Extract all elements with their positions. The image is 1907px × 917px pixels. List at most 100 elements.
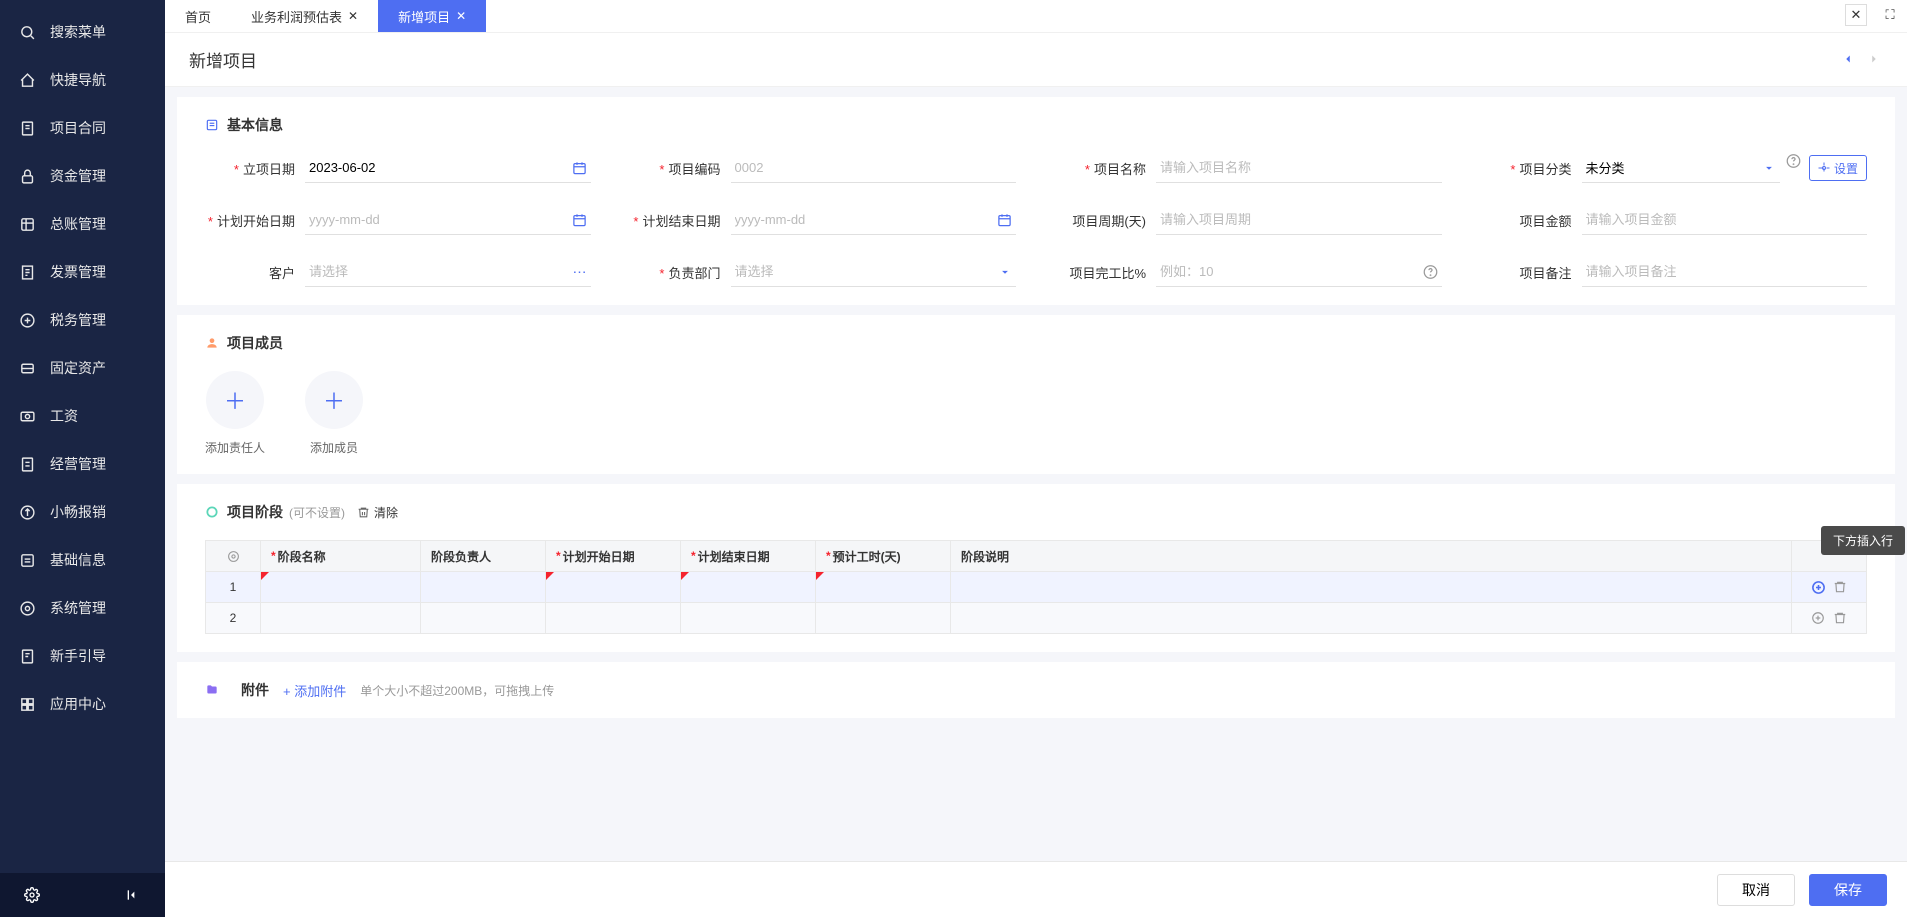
input-complete[interactable] <box>1156 257 1442 287</box>
calendar-icon[interactable] <box>997 213 1012 228</box>
add-owner-button[interactable]: ＋ <box>206 371 264 429</box>
cell-phase-owner[interactable] <box>421 603 546 633</box>
save-button[interactable]: 保存 <box>1809 874 1887 906</box>
label-plan-start: 计划开始日期 <box>205 211 295 230</box>
label-amount: 项目金额 <box>1482 211 1572 230</box>
help-icon[interactable] <box>1423 265 1438 280</box>
col-phase-name: 阶段名称 <box>261 541 421 571</box>
sidebar-item-2[interactable]: 项目合同 <box>0 104 165 152</box>
delete-row-icon[interactable] <box>1833 580 1847 594</box>
sidebar-item-label: 基础信息 <box>50 550 106 570</box>
label-dept: 负责部门 <box>631 263 721 282</box>
input-proj-name[interactable] <box>1156 153 1442 183</box>
sidebar-item-label: 总账管理 <box>50 214 106 234</box>
cancel-button[interactable]: 取消 <box>1717 874 1795 906</box>
tabs: 首页业务利润预估表✕ 新增项目 ✕ <box>165 0 1907 33</box>
add-attachment-button[interactable]: + 添加附件 <box>283 681 346 700</box>
tab-1[interactable]: 业务利润预估表✕ <box>231 0 378 32</box>
sidebar-item-label: 发票管理 <box>50 262 106 282</box>
sidebar-item-9[interactable]: 经营管理 <box>0 440 165 488</box>
cell-phase-end[interactable] <box>681 603 816 633</box>
close-window-icon[interactable]: ✕ <box>1845 4 1867 26</box>
calendar-icon[interactable] <box>572 213 587 228</box>
insert-row-icon[interactable] <box>1811 611 1825 625</box>
apps-icon <box>18 695 36 713</box>
cell-phase-start[interactable] <box>546 572 681 602</box>
salary-icon <box>18 407 36 425</box>
sidebar-item-14[interactable]: 应用中心 <box>0 680 165 728</box>
select-customer[interactable] <box>305 257 591 287</box>
chevron-down-icon[interactable] <box>1762 161 1776 175</box>
cell-phase-name[interactable] <box>261 572 421 602</box>
col-config[interactable] <box>206 541 261 571</box>
sidebar-item-8[interactable]: 工资 <box>0 392 165 440</box>
sidebar-item-label: 应用中心 <box>50 694 106 714</box>
input-amount[interactable] <box>1582 205 1868 235</box>
input-proj-code[interactable] <box>731 153 1017 183</box>
delete-row-icon[interactable] <box>1833 611 1847 625</box>
cell-phase-desc[interactable] <box>951 572 1792 602</box>
insert-row-icon[interactable] <box>1811 580 1825 594</box>
cell-phase-name[interactable] <box>261 603 421 633</box>
more-icon[interactable]: ⋯ <box>573 264 587 281</box>
sidebar-item-3[interactable]: 资金管理 <box>0 152 165 200</box>
add-member-label: 添加成员 <box>310 439 358 456</box>
prev-record-icon[interactable] <box>1841 52 1857 68</box>
cell-phase-hours[interactable] <box>816 603 951 633</box>
collapse-icon[interactable] <box>125 887 141 903</box>
label-complete: 项目完工比% <box>1056 263 1146 282</box>
help-icon[interactable] <box>1786 153 1801 168</box>
select-dept[interactable] <box>731 257 1017 287</box>
table-row[interactable]: 2 <box>206 603 1866 633</box>
sidebar-item-13[interactable]: 新手引导 <box>0 632 165 680</box>
cell-phase-end[interactable] <box>681 572 816 602</box>
close-icon[interactable]: ✕ <box>456 9 466 23</box>
panel-attachments: 附件 + 添加附件 单个大小不超过200MB，可拖拽上传 <box>177 662 1895 718</box>
row-index: 1 <box>206 572 261 602</box>
tab-label: 新增项目 <box>398 7 450 26</box>
members-section-icon <box>205 336 219 350</box>
input-plan-end[interactable] <box>731 205 1017 235</box>
select-proj-class[interactable] <box>1582 153 1780 183</box>
input-plan-start[interactable] <box>305 205 591 235</box>
col-phase-hours: 预计工时(天) <box>816 541 951 571</box>
sidebar-item-5[interactable]: 发票管理 <box>0 248 165 296</box>
cell-phase-hours[interactable] <box>816 572 951 602</box>
sidebar-item-4[interactable]: 总账管理 <box>0 200 165 248</box>
input-remark[interactable] <box>1582 257 1868 287</box>
sidebar-item-0[interactable]: 搜索菜单 <box>0 8 165 56</box>
tab-0[interactable]: 首页 <box>165 0 231 32</box>
sidebar-item-12[interactable]: 系统管理 <box>0 584 165 632</box>
label-plan-end: 计划结束日期 <box>631 211 721 230</box>
sidebar-item-1[interactable]: 快捷导航 <box>0 56 165 104</box>
label-proj-code: 项目编码 <box>631 159 721 178</box>
calendar-icon[interactable] <box>572 161 587 176</box>
add-member-button[interactable]: ＋ <box>305 371 363 429</box>
tab-2[interactable]: 新增项目 ✕ <box>378 0 486 32</box>
input-init-date[interactable] <box>305 153 591 183</box>
sidebar-item-11[interactable]: 基础信息 <box>0 536 165 584</box>
section-subtitle: (可不设置) <box>289 504 345 521</box>
gear-icon[interactable] <box>24 887 40 903</box>
chevron-down-icon[interactable] <box>998 265 1012 279</box>
expense-icon <box>18 503 36 521</box>
cell-phase-owner[interactable] <box>421 572 546 602</box>
table-row[interactable]: 1 <box>206 572 1866 603</box>
cell-phase-start[interactable] <box>546 603 681 633</box>
panel-members: 项目成员 ＋ 添加责任人 ＋ 添加成员 <box>177 315 1895 474</box>
input-period[interactable] <box>1156 205 1442 235</box>
clear-phases-button[interactable]: 清除 <box>357 504 398 521</box>
settings-button[interactable]: 设置 <box>1809 155 1867 181</box>
sidebar-item-6[interactable]: 税务管理 <box>0 296 165 344</box>
sidebar-item-7[interactable]: 固定资产 <box>0 344 165 392</box>
next-record-icon[interactable] <box>1867 52 1883 68</box>
form-section-icon <box>205 118 219 132</box>
col-phase-owner: 阶段负责人 <box>421 541 546 571</box>
attachment-hint: 单个大小不超过200MB，可拖拽上传 <box>360 682 554 699</box>
cell-phase-desc[interactable] <box>951 603 1792 633</box>
close-icon[interactable]: ✕ <box>348 9 358 23</box>
info-icon <box>18 551 36 569</box>
expand-window-icon[interactable]: ⛶ <box>1879 4 1901 26</box>
footer: 取消 保存 <box>165 861 1907 917</box>
sidebar-item-10[interactable]: 小畅报销 <box>0 488 165 536</box>
